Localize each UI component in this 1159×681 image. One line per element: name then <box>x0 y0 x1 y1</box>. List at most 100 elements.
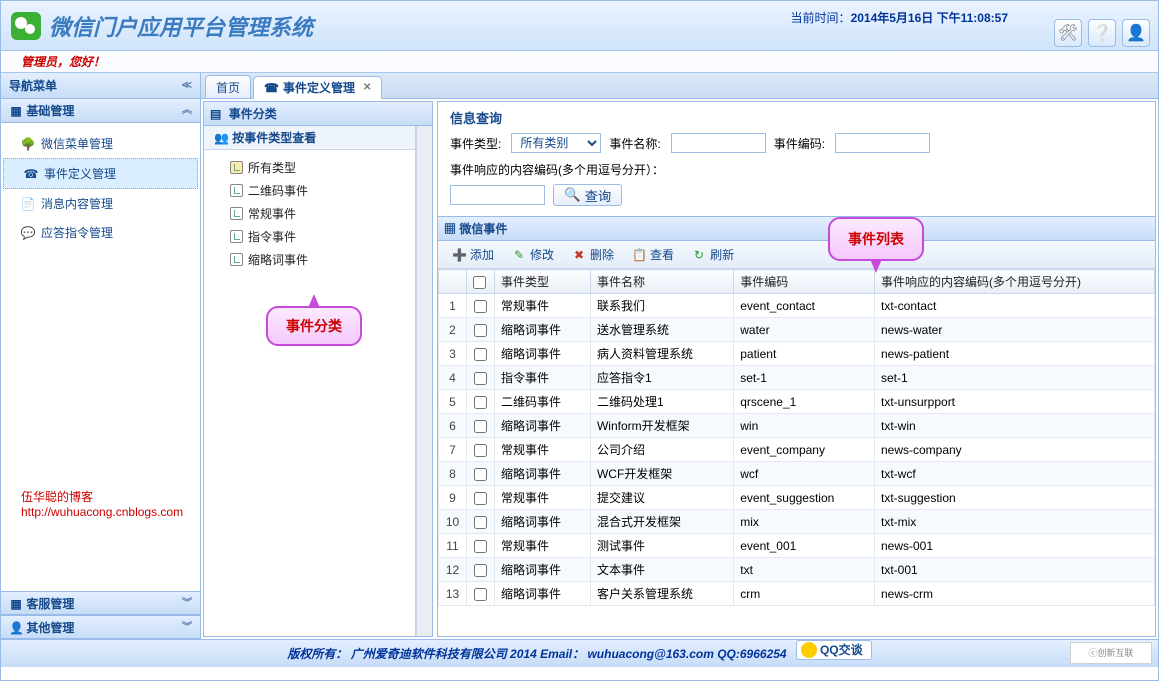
user-button[interactable]: 👤 <box>1122 19 1150 47</box>
cell-type: 缩略词事件 <box>495 342 591 366</box>
cell-code: event_company <box>734 438 875 462</box>
col-name[interactable]: 事件名称 <box>590 270 733 294</box>
tab-home[interactable]: 首页 <box>205 75 251 98</box>
cell-type: 缩略词事件 <box>495 510 591 534</box>
edit-button[interactable]: ✎修改 <box>504 244 562 266</box>
cell-rownum: 1 <box>439 294 467 318</box>
cell-checkbox[interactable] <box>467 558 495 582</box>
input-event-name[interactable] <box>671 133 766 153</box>
settings-button[interactable]: 🛠 <box>1054 19 1082 47</box>
row-checkbox[interactable] <box>474 396 487 409</box>
col-resp[interactable]: 事件响应的内容编码(多个用逗号分开) <box>874 270 1154 294</box>
cell-name: 应答指令1 <box>590 366 733 390</box>
scrollbar[interactable] <box>416 126 432 636</box>
category-panel-title: ▤ 事件分类 <box>204 102 432 126</box>
document-icon: 📄 <box>21 197 35 211</box>
chevron-left-icon[interactable]: ≪ <box>182 73 192 99</box>
close-icon[interactable]: ✕ <box>363 82 371 93</box>
cell-code: txt <box>734 558 875 582</box>
grid-icon: ▦ <box>444 222 456 236</box>
col-code[interactable]: 事件编码 <box>734 270 875 294</box>
col-checkbox[interactable] <box>467 270 495 294</box>
nav-group-basic[interactable]: ▦ 基础管理 ︽ <box>1 99 200 123</box>
row-checkbox[interactable] <box>474 588 487 601</box>
cell-checkbox[interactable] <box>467 342 495 366</box>
cell-checkbox[interactable] <box>467 462 495 486</box>
row-checkbox[interactable] <box>474 516 487 529</box>
select-event-type[interactable]: 所有类别 <box>511 133 601 153</box>
tree-node[interactable]: 指令事件 <box>208 225 411 248</box>
row-checkbox[interactable] <box>474 324 487 337</box>
row-checkbox[interactable] <box>474 420 487 433</box>
nav-group-service[interactable]: ▦ 客服管理 ︾ <box>1 591 200 615</box>
input-event-code[interactable] <box>835 133 930 153</box>
table-row[interactable]: 3缩略词事件病人资料管理系统patientnews-patient <box>439 342 1155 366</box>
folder-icon <box>230 161 243 174</box>
refresh-button[interactable]: ↻刷新 <box>684 244 742 266</box>
row-checkbox[interactable] <box>474 540 487 553</box>
table-row[interactable]: 1常规事件联系我们event_contacttxt-contact <box>439 294 1155 318</box>
table-row[interactable]: 13缩略词事件客户关系管理系统crmnews-crm <box>439 582 1155 606</box>
footer-email[interactable]: wuhuacong@163.com <box>587 647 713 661</box>
cell-resp: news-patient <box>874 342 1154 366</box>
row-checkbox[interactable] <box>474 564 487 577</box>
cell-rownum: 10 <box>439 510 467 534</box>
sidebar-item-content-mgmt[interactable]: 📄 消息内容管理 <box>1 189 200 218</box>
delete-button[interactable]: ✖删除 <box>564 244 622 266</box>
tree-node[interactable]: 常规事件 <box>208 202 411 225</box>
view-button[interactable]: 📋查看 <box>624 244 682 266</box>
cell-checkbox[interactable] <box>467 318 495 342</box>
tab-event-mgmt[interactable]: ☎ 事件定义管理 ✕ <box>253 76 382 99</box>
col-rownum <box>439 270 467 294</box>
cell-rownum: 9 <box>439 486 467 510</box>
cell-resp: txt-win <box>874 414 1154 438</box>
select-all-checkbox[interactable] <box>473 276 486 289</box>
qq-chat-button[interactable]: QQ交谈 <box>796 640 872 660</box>
cell-checkbox[interactable] <box>467 438 495 462</box>
cell-checkbox[interactable] <box>467 294 495 318</box>
input-resp-code[interactable] <box>450 185 545 205</box>
cell-checkbox[interactable] <box>467 510 495 534</box>
search-button[interactable]: 🔍 查询 <box>553 184 622 206</box>
category-panel: ▤ 事件分类 👥 按事件类型查看 所有类型 二维码事件 常规事件 指令事件 <box>203 101 433 637</box>
row-checkbox[interactable] <box>474 492 487 505</box>
tree-title: 👥 按事件类型查看 <box>204 126 415 150</box>
row-checkbox[interactable] <box>474 468 487 481</box>
row-checkbox[interactable] <box>474 300 487 313</box>
table-row[interactable]: 11常规事件测试事件event_001news-001 <box>439 534 1155 558</box>
cell-checkbox[interactable] <box>467 390 495 414</box>
cell-type: 缩略词事件 <box>495 558 591 582</box>
cell-code: water <box>734 318 875 342</box>
table-row[interactable]: 7常规事件公司介绍event_companynews-company <box>439 438 1155 462</box>
table-row[interactable]: 2缩略词事件送水管理系统waternews-water <box>439 318 1155 342</box>
row-checkbox[interactable] <box>474 348 487 361</box>
col-type[interactable]: 事件类型 <box>495 270 591 294</box>
cell-checkbox[interactable] <box>467 486 495 510</box>
table-row[interactable]: 10缩略词事件混合式开发框架mixtxt-mix <box>439 510 1155 534</box>
table-row[interactable]: 8缩略词事件WCF开发框架wcftxt-wcf <box>439 462 1155 486</box>
table-row[interactable]: 9常规事件提交建议event_suggestiontxt-suggestion <box>439 486 1155 510</box>
table-row[interactable]: 6缩略词事件Winform开发框架wintxt-win <box>439 414 1155 438</box>
sidebar-item-reply-mgmt[interactable]: 💬 应答指令管理 <box>1 218 200 247</box>
table-row[interactable]: 5二维码事件二维码处理1qrscene_1txt-unsurpport <box>439 390 1155 414</box>
callout-grid: 事件列表 <box>828 217 924 261</box>
help-button[interactable]: ❔ <box>1088 19 1116 47</box>
sidebar-item-event-mgmt[interactable]: ☎ 事件定义管理 <box>3 158 198 189</box>
cell-type: 常规事件 <box>495 486 591 510</box>
row-checkbox[interactable] <box>474 372 487 385</box>
add-button[interactable]: ➕添加 <box>444 244 502 266</box>
cell-checkbox[interactable] <box>467 414 495 438</box>
table-row[interactable]: 12缩略词事件文本事件txttxt-001 <box>439 558 1155 582</box>
tree-node[interactable]: 二维码事件 <box>208 179 411 202</box>
cell-checkbox[interactable] <box>467 366 495 390</box>
nav-group-other[interactable]: 👤 其他管理 ︾ <box>1 615 200 639</box>
tree-node[interactable]: 所有类型 <box>208 156 411 179</box>
users-icon: 👥 <box>214 131 229 145</box>
tree-node[interactable]: 缩略词事件 <box>208 248 411 271</box>
table-row[interactable]: 4指令事件应答指令1set-1set-1 <box>439 366 1155 390</box>
cell-checkbox[interactable] <box>467 582 495 606</box>
row-checkbox[interactable] <box>474 444 487 457</box>
cell-checkbox[interactable] <box>467 534 495 558</box>
sidebar-item-menu-mgmt[interactable]: 🌳 微信菜单管理 <box>1 129 200 158</box>
data-grid[interactable]: 事件类型 事件名称 事件编码 事件响应的内容编码(多个用逗号分开) 1常规事件联… <box>438 269 1155 636</box>
